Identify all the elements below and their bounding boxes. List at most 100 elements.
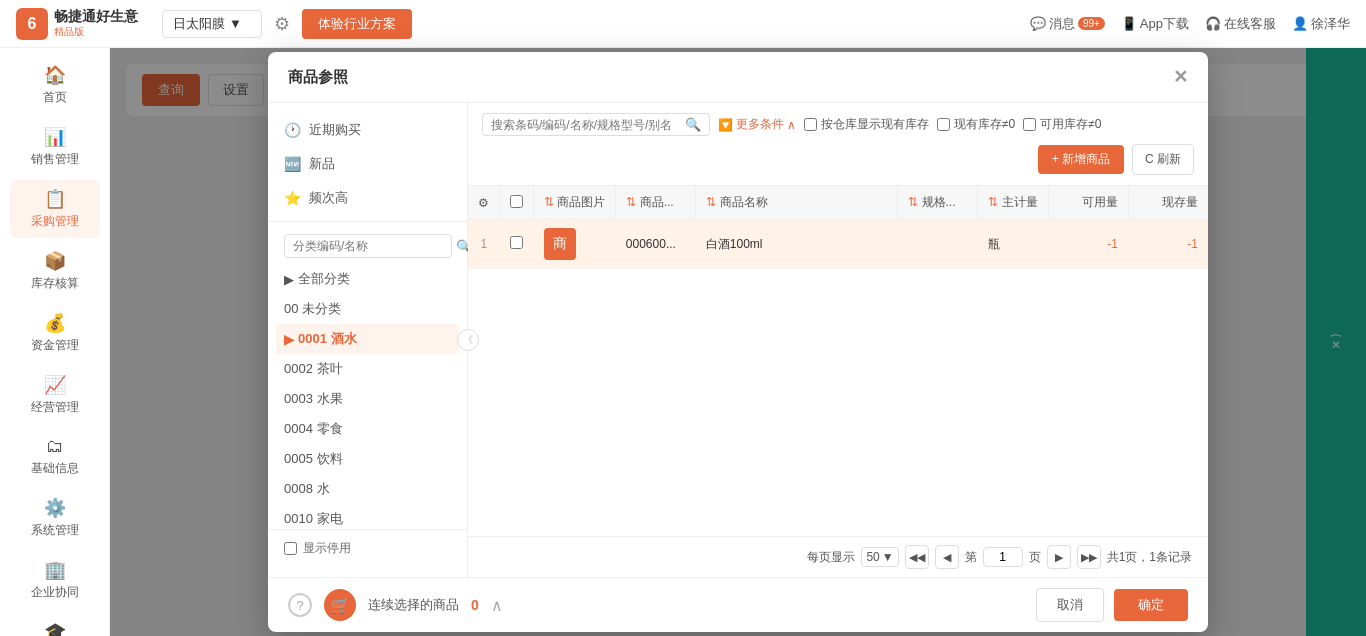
sidebar-item-enterprise[interactable]: 🏢 企业协同	[10, 551, 100, 609]
collapse-left-panel-btn[interactable]: 《	[457, 329, 479, 351]
username-label[interactable]: 👤 徐泽华	[1292, 15, 1350, 33]
tree-label-3: 0003 水果	[284, 390, 343, 408]
row-unit-cell: 瓶	[978, 220, 1048, 269]
sidebar-item-label: 库存核算	[31, 275, 79, 292]
add-product-btn[interactable]: + 新增商品	[1038, 145, 1124, 174]
avail-nonzero-checkbox-label[interactable]: 可用库存≠0	[1023, 116, 1101, 133]
sidebar-item-operations[interactable]: 📈 经营管理	[10, 366, 100, 424]
col-name-header: ⇅ 商品名称	[696, 186, 898, 220]
prev-page-btn[interactable]: ◀	[935, 545, 959, 569]
sidebar-item-sales[interactable]: 📊 销售管理	[10, 118, 100, 176]
col-settings[interactable]: ⚙	[468, 186, 500, 220]
tree-item-7[interactable]: 0010 家电	[276, 504, 459, 529]
tree-label-6: 0008 水	[284, 480, 330, 498]
by-warehouse-checkbox[interactable]	[804, 118, 817, 131]
new-icon: 🆕	[284, 156, 301, 172]
collapse-footer-btn[interactable]: ∧	[491, 596, 503, 615]
row-name-cell: 白酒100ml	[696, 220, 898, 269]
page-of-label: 页	[1029, 549, 1041, 566]
col-img-header: ⇅ 商品图片	[534, 186, 616, 220]
show-stopped-checkbox[interactable]	[284, 542, 297, 555]
sidebar: 🏠 首页 📊 销售管理 📋 采购管理 📦 库存核算 💰 资金管理 📈 经营管理 …	[0, 48, 110, 636]
stock-nonzero-checkbox[interactable]	[937, 118, 950, 131]
row-checkbox-cell[interactable]	[500, 220, 534, 269]
cancel-btn[interactable]: 取消	[1036, 588, 1104, 622]
tree-item-1[interactable]: ▶ 0001 酒水	[276, 324, 459, 354]
tree-label-1: 0001 酒水	[298, 330, 357, 348]
filter-icon: 🔽	[718, 118, 733, 132]
sidebar-item-guide[interactable]: 🎓 新手引导	[10, 613, 100, 636]
help-btn[interactable]: ?	[288, 593, 312, 617]
sidebar-item-finance[interactable]: 💰 资金管理	[10, 304, 100, 362]
sidebar-item-system[interactable]: ⚙️ 系统管理	[10, 489, 100, 547]
tree-item-all[interactable]: ▶ 全部分类	[276, 264, 459, 294]
tree-item-5[interactable]: 0005 饮料	[276, 444, 459, 474]
sort-arrow-name: ⇅	[706, 195, 716, 209]
modal-close-icon[interactable]: ✕	[1173, 66, 1188, 88]
refresh-btn[interactable]: C 刷新	[1132, 144, 1194, 175]
sidebar-item-label: 首页	[43, 89, 67, 106]
col-spec-header: ⇅ 规格...	[898, 186, 978, 220]
row-checkbox[interactable]	[510, 236, 523, 249]
stock-nonzero-checkbox-label[interactable]: 现有库存≠0	[937, 116, 1015, 133]
recent-purchase-item[interactable]: 🕐 近期购买	[268, 113, 467, 147]
brand-name: 畅捷通好生意	[54, 8, 138, 25]
gear-icon[interactable]: ⚙	[274, 13, 290, 35]
product-table-wrap: ⚙ ⇅ 商品图片 ⇅ 商品...	[468, 186, 1208, 536]
next-page-btn[interactable]: ▶	[1047, 545, 1071, 569]
messages-label[interactable]: 💬 消息 99+	[1030, 15, 1105, 33]
online-service-link[interactable]: 🎧 在线客服	[1205, 15, 1276, 33]
more-filter-btn[interactable]: 🔽 更多条件 ∧	[718, 116, 796, 133]
tree-label-4: 0004 零食	[284, 420, 343, 438]
select-all-checkbox[interactable]	[510, 195, 523, 208]
basic-icon: 🗂	[46, 436, 64, 457]
nav-selector[interactable]: 日太阳膜 ▼	[162, 10, 262, 38]
table-row[interactable]: 1 商 000600... 白酒100ml 瓶	[468, 220, 1208, 269]
sidebar-item-purchase[interactable]: 📋 采购管理	[10, 180, 100, 238]
messages-badge: 99+	[1078, 17, 1105, 30]
per-page-select[interactable]: 50 ▼	[861, 547, 898, 567]
row-spec-cell	[898, 220, 978, 269]
cart-btn[interactable]: 🛒	[324, 589, 356, 621]
new-label: 新品	[309, 155, 335, 173]
first-page-btn[interactable]: ◀◀	[905, 545, 929, 569]
product-search-icon[interactable]: 🔍	[685, 117, 701, 132]
new-products-item[interactable]: 🆕 新品	[268, 147, 467, 181]
tree-item-3[interactable]: 0003 水果	[276, 384, 459, 414]
enterprise-icon: 🏢	[44, 559, 66, 581]
tree-label-2: 0002 茶叶	[284, 360, 343, 378]
main-layout: 🏠 首页 📊 销售管理 📋 采购管理 📦 库存核算 💰 资金管理 📈 经营管理 …	[0, 48, 1366, 636]
show-stopped-row: 显示停用	[268, 529, 467, 567]
product-table: ⚙ ⇅ 商品图片 ⇅ 商品...	[468, 186, 1208, 269]
product-search-input[interactable]	[491, 118, 681, 132]
page-input[interactable]	[983, 547, 1023, 567]
freq-high-item[interactable]: ⭐ 频次高	[268, 181, 467, 215]
sidebar-item-label: 采购管理	[31, 213, 79, 230]
tree-item-6[interactable]: 0008 水	[276, 474, 459, 504]
right-panel: 🔍 🔽 更多条件 ∧ 按仓库显示现有库存	[468, 103, 1208, 577]
confirm-btn[interactable]: 确定	[1114, 589, 1188, 621]
show-stopped-label: 显示停用	[303, 540, 351, 557]
pagination: 每页显示 50 ▼ ◀◀ ◀ 第 页 ▶ ▶▶ 共	[468, 536, 1208, 577]
by-warehouse-checkbox-label[interactable]: 按仓库显示现有库存	[804, 116, 929, 133]
sidebar-item-label: 企业协同	[31, 584, 79, 601]
cart-count: 0	[471, 597, 479, 613]
per-page-arrow: ▼	[882, 550, 894, 564]
sidebar-item-inventory[interactable]: 📦 库存核算	[10, 242, 100, 300]
app-download-link[interactable]: 📱 App下载	[1121, 15, 1189, 33]
sidebar-item-basic[interactable]: 🗂 基础信息	[10, 428, 100, 485]
category-search-input[interactable]	[284, 234, 452, 258]
tree-item-2[interactable]: 0002 茶叶	[276, 354, 459, 384]
tree-item-0[interactable]: 00 未分类	[276, 294, 459, 324]
sidebar-item-home[interactable]: 🏠 首页	[10, 56, 100, 114]
sidebar-item-label: 基础信息	[31, 460, 79, 477]
tree-item-4[interactable]: 0004 零食	[276, 414, 459, 444]
purchase-icon: 📋	[44, 188, 66, 210]
col-select-all[interactable]	[500, 186, 534, 220]
avail-nonzero-checkbox[interactable]	[1023, 118, 1036, 131]
sort-arrow-img: ⇅	[544, 195, 554, 209]
experience-btn[interactable]: 体验行业方案	[302, 9, 412, 39]
last-page-btn[interactable]: ▶▶	[1077, 545, 1101, 569]
modal-overlay: 商品参照 ✕ 🕐 近期购买 🆕 新品	[110, 48, 1366, 636]
sort-arrow-spec: ⇅	[908, 195, 918, 209]
